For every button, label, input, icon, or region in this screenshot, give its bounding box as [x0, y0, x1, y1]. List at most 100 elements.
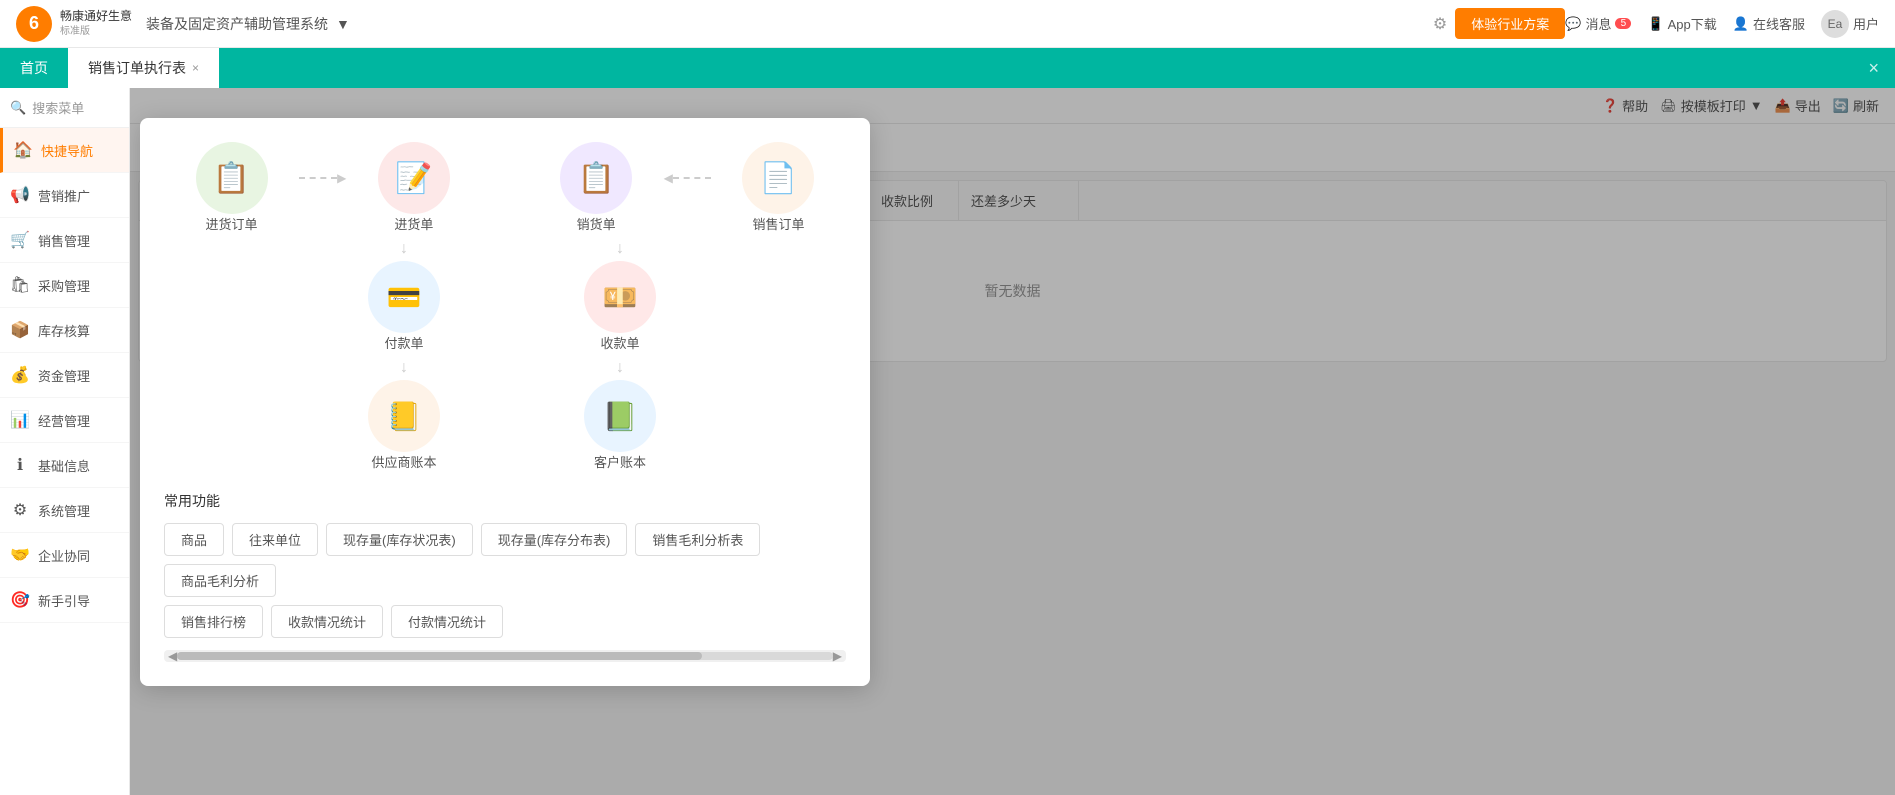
modal-overlay: 📋 进货订单 ▶ 📝	[130, 88, 1895, 795]
top-header: 6 畅康通好生意 标准版 装备及固定资产辅助管理系统 ▼ ⚙ 体验行业方案 💬 …	[0, 0, 1895, 48]
sidebar-search[interactable]: 🔍 搜索菜单	[0, 88, 129, 128]
func-btn-sales-rank[interactable]: 销售排行榜	[164, 605, 263, 638]
online-service-btn[interactable]: 👤 在线客服	[1733, 14, 1805, 33]
guide-icon: 🎯	[10, 590, 30, 610]
func-btn-stock-status[interactable]: 现存量(库存状况表)	[326, 523, 473, 556]
search-icon: 🔍	[10, 100, 26, 116]
tab-home[interactable]: 首页	[0, 48, 68, 88]
collab-icon: 🤝	[10, 545, 30, 565]
modal-scrollbar[interactable]: ◀ ▶	[164, 650, 846, 662]
main-layout: 🔍 搜索菜单 🏠 快捷导航 📢 营销推广 🛒 销售管理 🛍 采购管理 📦 库存核…	[0, 88, 1895, 795]
close-all-icon: ×	[1868, 58, 1879, 79]
customer-ledger-label: 客户账本	[594, 452, 646, 471]
workflow-node-customer-ledger[interactable]: 📗 客户账本	[540, 380, 700, 471]
arrow-down-3: ↓	[324, 356, 484, 380]
sidebar-item-system[interactable]: ⚙ 系统管理	[0, 488, 129, 533]
content-area: ❓ 帮助 🖨 按模板打印 ▼ 📤 导出 🔄 刷新	[130, 88, 1895, 795]
home-icon: 🏠	[13, 140, 33, 160]
workflow-node-payment[interactable]: 💳 付款单	[324, 261, 484, 352]
scroll-right-arrow[interactable]: ▶	[833, 649, 842, 663]
purchase-order-label: 进货订单	[206, 214, 258, 233]
user-avatar: Ea	[1821, 10, 1849, 38]
logo-area: 6 畅康通好生意 标准版	[16, 6, 146, 42]
workflow-node-sales-order[interactable]: 📄 销售订单	[711, 142, 846, 233]
workflow-row-2: 💳 付款单 💴 收款单	[324, 261, 846, 352]
customer-ledger-icon: 📗	[584, 380, 656, 452]
sidebar-item-guide[interactable]: 🎯 新手引导	[0, 578, 129, 623]
sidebar-item-collab[interactable]: 🤝 企业协同	[0, 533, 129, 578]
workflow-row-3: 📒 供应商账本 📗 客户账本	[324, 380, 846, 471]
sidebar-item-finance[interactable]: 💰 资金管理	[0, 353, 129, 398]
purchase-order-icon: 📋	[196, 142, 268, 214]
service-icon: 👤	[1733, 16, 1749, 32]
chevron-down-icon[interactable]: ▼	[336, 16, 350, 32]
func-buttons-row-2: 销售排行榜 收款情况统计 付款情况统计	[164, 605, 846, 638]
scroll-track	[177, 652, 833, 660]
tab-close-icon[interactable]: ×	[192, 61, 199, 75]
receipt-icon: 💴	[584, 261, 656, 333]
gear-icon[interactable]: ⚙	[1433, 14, 1447, 34]
tab-sales-order[interactable]: 销售订单执行表 ×	[68, 48, 219, 88]
message-btn[interactable]: 💬 消息 5	[1565, 14, 1631, 33]
workflow-node-sales-doc[interactable]: 📋 销货单	[529, 142, 664, 233]
purchase-doc-label: 进货单	[394, 214, 433, 233]
user-profile[interactable]: Ea 用户	[1821, 10, 1879, 38]
logo-text: 畅康通好生意 标准版	[60, 9, 132, 38]
app-logo: 6	[16, 6, 52, 42]
management-icon: 📊	[10, 410, 30, 430]
func-btn-product-margin[interactable]: 商品毛利分析	[164, 564, 276, 597]
supplier-ledger-label: 供应商账本	[371, 452, 436, 471]
arrow-down-1: ↓	[324, 237, 484, 261]
func-buttons-row-1: 商品 往来单位 现存量(库存状况表) 现存量(库存分布表) 销售毛利分析表 商品…	[164, 523, 846, 597]
sidebar-item-inventory[interactable]: 📦 库存核算	[0, 308, 129, 353]
payment-label: 付款单	[384, 333, 423, 352]
func-btn-payment-stats[interactable]: 付款情况统计	[391, 605, 503, 638]
scroll-left-arrow[interactable]: ◀	[168, 649, 177, 663]
purchase-doc-icon: 📝	[378, 142, 450, 214]
system-icon: ⚙	[10, 500, 30, 520]
receipt-label: 收款单	[600, 333, 639, 352]
message-icon: 💬	[1565, 16, 1581, 32]
workflow-row-1: 📋 进货订单 ▶ 📝	[164, 142, 846, 233]
sidebar-item-purchase[interactable]: 🛍 采购管理	[0, 263, 129, 308]
purchase-icon: 🛍	[10, 275, 30, 295]
close-all-tabs[interactable]: ×	[1852, 48, 1895, 88]
message-badge: 5	[1615, 18, 1631, 29]
sidebar-item-quick-nav[interactable]: 🏠 快捷导航	[0, 128, 129, 173]
nav-tabs: 首页 销售订单执行表 × ×	[0, 48, 1895, 88]
supplier-ledger-icon: 📒	[368, 380, 440, 452]
sidebar-item-basic-info[interactable]: ℹ 基础信息	[0, 443, 129, 488]
common-functions-title: 常用功能	[164, 491, 846, 511]
func-btn-receipt-stats[interactable]: 收款情况统计	[271, 605, 383, 638]
trial-button[interactable]: 体验行业方案	[1455, 8, 1565, 39]
sidebar: 🔍 搜索菜单 🏠 快捷导航 📢 营销推广 🛒 销售管理 🛍 采购管理 📦 库存核…	[0, 88, 130, 795]
sales-icon: 🛒	[10, 230, 30, 250]
workflow-arrows-row: ↓ ↓	[324, 237, 846, 261]
sales-order-label: 销售订单	[752, 214, 804, 233]
workflow-modal: 📋 进货订单 ▶ 📝	[140, 118, 870, 686]
workflow-arrows-row-2: ↓ ↓	[324, 356, 846, 380]
workflow-diagram: 📋 进货订单 ▶ 📝	[164, 142, 846, 471]
header-right: 💬 消息 5 📱 App下载 👤 在线客服 Ea 用户	[1565, 10, 1879, 38]
workflow-node-supplier-ledger[interactable]: 📒 供应商账本	[324, 380, 484, 471]
workflow-node-purchase-doc[interactable]: 📝 进货单	[346, 142, 481, 233]
arrow-2: ◀	[664, 171, 711, 185]
finance-icon: 💰	[10, 365, 30, 385]
arrow-down-2: ↓	[540, 237, 700, 261]
sidebar-item-management[interactable]: 📊 经营管理	[0, 398, 129, 443]
sales-doc-label: 销货单	[577, 214, 616, 233]
sidebar-item-sales[interactable]: 🛒 销售管理	[0, 218, 129, 263]
func-btn-product[interactable]: 商品	[164, 523, 224, 556]
sidebar-item-marketing[interactable]: 📢 营销推广	[0, 173, 129, 218]
workflow-node-purchase-order[interactable]: 📋 进货订单	[164, 142, 299, 233]
func-btn-sales-margin[interactable]: 销售毛利分析表	[635, 523, 760, 556]
func-btn-partner[interactable]: 往来单位	[232, 523, 318, 556]
workflow-node-receipt[interactable]: 💴 收款单	[540, 261, 700, 352]
common-functions: 常用功能 商品 往来单位 现存量(库存状况表) 现存量(库存分布表) 销售毛利分…	[164, 491, 846, 638]
app-download-btn[interactable]: 📱 App下载	[1647, 14, 1716, 33]
sales-order-icon: 📄	[742, 142, 814, 214]
system-title: 装备及固定资产辅助管理系统 ▼	[146, 14, 1425, 34]
payment-icon: 💳	[368, 261, 440, 333]
func-btn-stock-dist[interactable]: 现存量(库存分布表)	[481, 523, 628, 556]
marketing-icon: 📢	[10, 185, 30, 205]
